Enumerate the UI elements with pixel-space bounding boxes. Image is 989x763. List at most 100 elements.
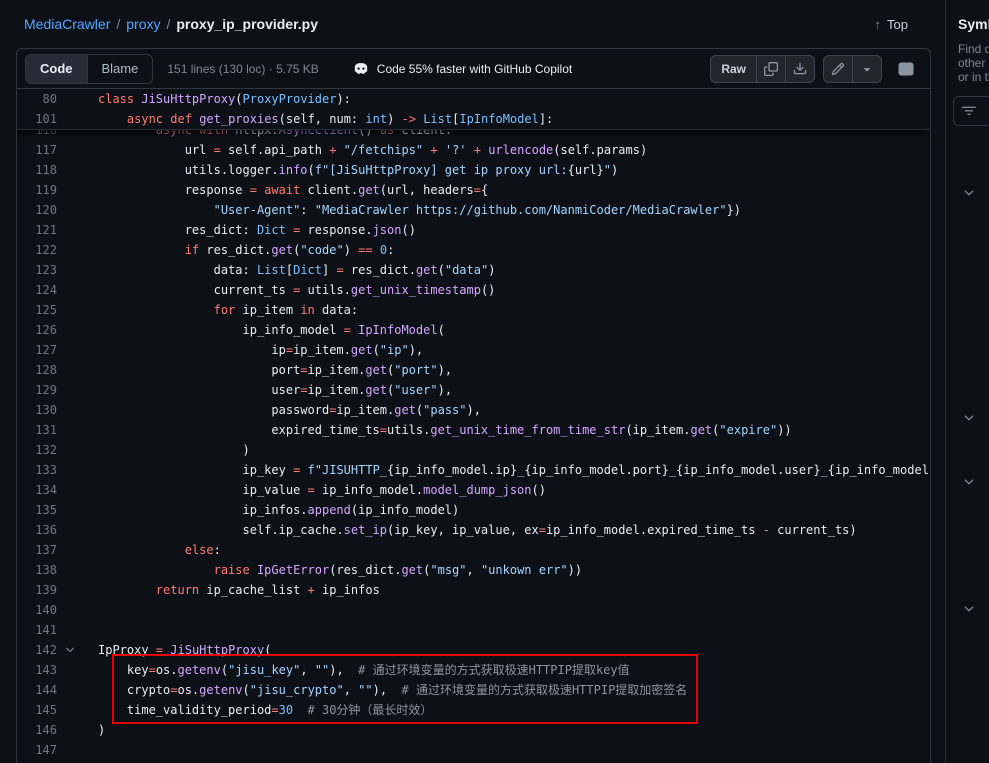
code-token: = [344,323,351,337]
line-number[interactable]: 127 [17,340,57,360]
code-token: ip_item [235,303,300,317]
line-number[interactable]: 134 [17,480,57,500]
code-line: 134 ip_value = ip_info_model.model_dump_… [17,480,930,500]
copilot-banner[interactable]: Code 55% faster with GitHub Copilot [353,61,572,77]
symbols-panel-toggle[interactable] [890,57,922,81]
line-number[interactable]: 133 [17,460,57,480]
edit-group [823,55,882,83]
line-number[interactable]: 121 [17,220,57,240]
gutter-spacer [57,320,82,340]
line-number[interactable]: 131 [17,420,57,440]
code-token: {url} [568,163,604,177]
code-token: = [300,363,307,377]
symbol-group-chevron[interactable] [962,186,978,202]
code-token: [ [286,263,293,277]
line-number[interactable]: 128 [17,360,57,380]
code-text: ip_key = f"JISUHTTP_{ip_info_model.ip}_{… [82,460,930,480]
code-token: ip_infos. [98,503,308,517]
gutter-spacer [57,89,82,109]
code-token: getenv [178,663,221,677]
code-token [98,583,156,597]
line-number[interactable]: 138 [17,560,57,580]
code-token: : [300,203,314,217]
line-number[interactable]: 125 [17,300,57,320]
symbol-group-chevron[interactable] [962,411,978,427]
symbols-filter-input[interactable] [953,96,989,126]
raw-button[interactable]: Raw [711,56,757,82]
line-number[interactable]: 129 [17,380,57,400]
code-token: await [264,183,300,197]
edit-button[interactable] [824,56,853,82]
code-token: {ip_info_model.ip} [387,463,517,477]
line-number[interactable]: 122 [17,240,57,260]
line-number[interactable]: 80 [17,89,57,109]
line-number[interactable]: 136 [17,520,57,540]
breadcrumb: MediaCrawler / proxy / proxy_ip_provider… [24,16,318,32]
line-number[interactable]: 101 [17,109,57,129]
line-number[interactable]: 141 [17,620,57,640]
line-number[interactable]: 143 [17,660,57,680]
copy-button[interactable] [757,56,786,82]
code-token: os. [156,663,178,677]
line-number[interactable]: 146 [17,720,57,740]
code-token: ) [611,163,618,177]
code-text [82,620,930,640]
code-token [293,703,307,717]
tab-blame[interactable]: Blame [88,55,153,83]
code-token [336,143,343,157]
line-number[interactable]: 126 [17,320,57,340]
line-number[interactable]: 139 [17,580,57,600]
edit-dropdown-button[interactable] [853,56,881,82]
fold-toggle-icon[interactable] [57,640,82,660]
code-token: get [690,423,712,437]
line-number[interactable]: 135 [17,500,57,520]
code-token [98,112,127,126]
code-token: ( [221,663,228,677]
code-line: 136 self.ip_cache.set_ip(ip_key, ip_valu… [17,520,930,540]
line-number[interactable]: 123 [17,260,57,280]
line-number[interactable]: 145 [17,700,57,720]
code-token: password [98,403,329,417]
code-token: _ [669,463,676,477]
code-token: "expire" [719,423,777,437]
code-line: 126 ip_info_model = IpInfoModel( [17,320,930,340]
code-text: self.ip_cache.set_ip(ip_key, ip_value, e… [82,520,930,540]
line-number[interactable]: 142 [17,640,57,660]
raw-actions-group: Raw [710,55,815,83]
line-number[interactable]: 137 [17,540,57,560]
line-number[interactable]: 124 [17,280,57,300]
breadcrumb-folder-link[interactable]: proxy [126,16,160,32]
download-button[interactable] [786,56,814,82]
line-number[interactable]: 147 [17,740,57,760]
code-token: = [474,183,481,197]
symbol-group-chevron[interactable] [962,475,978,491]
code-token: json [373,223,402,237]
code-token: f"JISUHTTP_ [308,463,387,477]
line-number[interactable]: 118 [17,160,57,180]
symbols-panel-description: Find definitions and references for func… [946,42,989,84]
scroll-to-top-button[interactable]: ↑ Top [867,13,916,36]
line-number[interactable]: 117 [17,140,57,160]
line-number[interactable]: 140 [17,600,57,620]
breadcrumb-repo-link[interactable]: MediaCrawler [24,16,110,32]
code-text: IpProxy = JiSuHttpProxy( [82,640,930,660]
code-token: () [481,283,495,297]
code-lines: 116 async with httpx.AsyncClient() as cl… [17,89,930,760]
code-token: (ip_item. [625,423,690,437]
line-number[interactable]: 144 [17,680,57,700]
code-token: ), [373,683,402,697]
code-text: data: List[Dict] = res_dict.get("data") [82,260,930,280]
line-number[interactable]: 132 [17,440,57,460]
tab-code[interactable]: Code [26,55,88,83]
code-line: 129 user=ip_item.get("user"), [17,380,930,400]
code-token: IpProxy [98,643,156,657]
code-token: "unkown err" [481,563,568,577]
gutter-spacer [57,340,82,360]
code-token: List [257,263,286,277]
line-number[interactable]: 120 [17,200,57,220]
line-number[interactable]: 119 [17,180,57,200]
line-number[interactable]: 130 [17,400,57,420]
symbol-group-chevron[interactable] [962,602,978,618]
code-token: res_dict: [98,223,257,237]
code-token: ip_cache_list [199,583,307,597]
